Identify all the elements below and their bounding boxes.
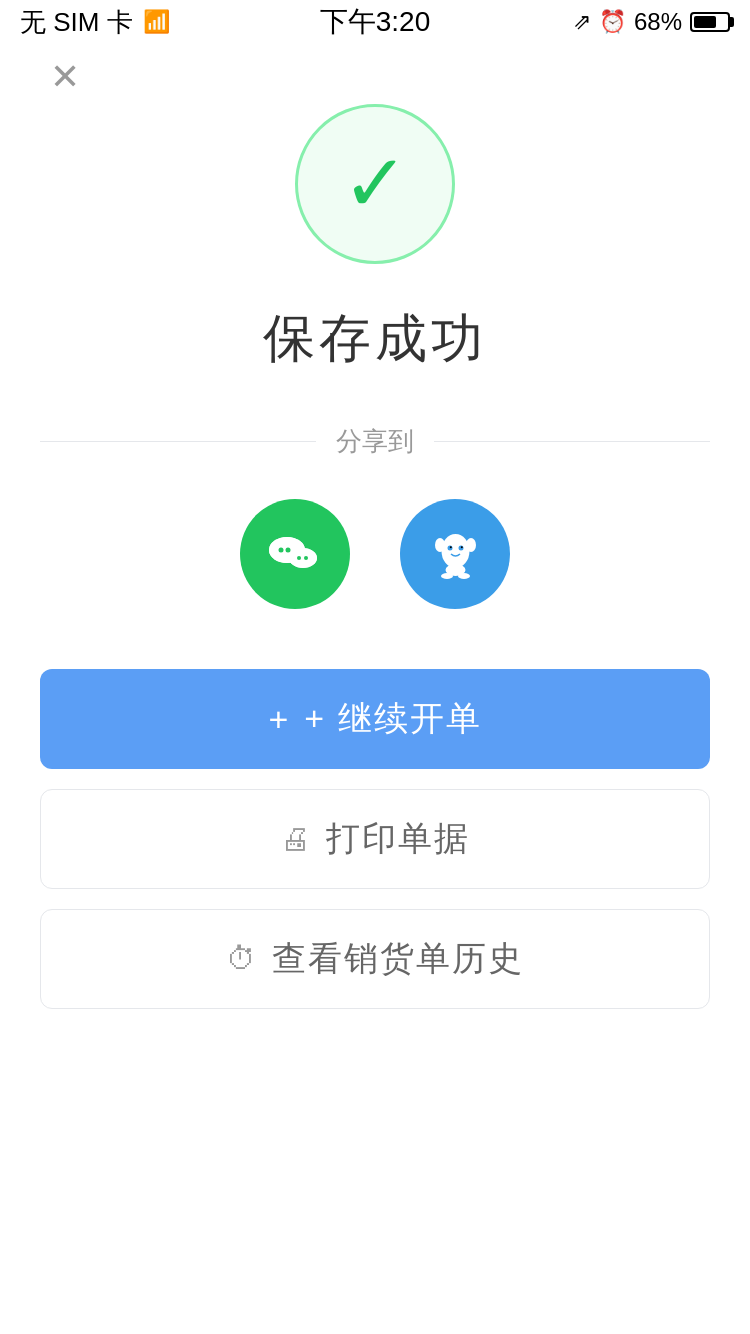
alarm-icon: ⏰ xyxy=(599,9,626,35)
svg-point-6 xyxy=(279,548,284,553)
close-button[interactable]: ✕ xyxy=(40,52,90,102)
wifi-icon: 📶 xyxy=(143,9,170,35)
share-label: 分享到 xyxy=(316,424,434,459)
success-title: 保存成功 xyxy=(263,304,487,374)
history-button-label: 查看销货单历史 xyxy=(272,936,524,982)
print-button[interactable]: 🖨 打印单据 xyxy=(40,789,710,889)
svg-point-10 xyxy=(304,556,308,560)
status-right-icons: ⇗ ⏰ 68% xyxy=(573,8,730,36)
print-button-label: 打印单据 xyxy=(326,816,470,862)
wechat-share-button[interactable] xyxy=(240,499,350,609)
continue-button[interactable]: + + 继续开单 xyxy=(40,669,710,769)
svg-point-19 xyxy=(441,573,453,579)
action-buttons: + + 继续开单 🖨 打印单据 ⏱ 查看销货单历史 xyxy=(0,669,750,1009)
svg-point-17 xyxy=(466,538,476,552)
status-bar: 无 SIM 卡 📶 下午3:20 ⇗ ⏰ 68% xyxy=(0,0,750,44)
location-icon: ⇗ xyxy=(573,9,591,35)
svg-point-15 xyxy=(460,546,462,548)
battery-fill xyxy=(694,16,716,28)
svg-point-20 xyxy=(458,573,470,579)
divider-right xyxy=(434,441,710,442)
checkmark-icon: ✓ xyxy=(342,144,409,224)
svg-point-16 xyxy=(435,538,445,552)
clock-icon: ⏱ xyxy=(226,942,256,976)
svg-point-9 xyxy=(297,556,301,560)
printer-icon: 🖨 xyxy=(280,822,310,856)
success-circle: ✓ xyxy=(295,104,455,264)
svg-point-8 xyxy=(289,548,317,568)
history-button[interactable]: ⏱ 查看销货单历史 xyxy=(40,909,710,1009)
close-icon: ✕ xyxy=(50,59,80,95)
carrier-text: 无 SIM 卡 xyxy=(20,5,133,40)
svg-point-12 xyxy=(447,545,452,550)
share-divider: 分享到 xyxy=(0,424,750,459)
plus-icon: + xyxy=(268,700,288,739)
continue-button-label: + 继续开单 xyxy=(304,696,481,742)
main-content: ✓ 保存成功 分享到 xyxy=(0,44,750,1009)
share-icons xyxy=(240,499,510,609)
svg-point-13 xyxy=(458,545,463,550)
svg-point-7 xyxy=(286,548,291,553)
svg-point-11 xyxy=(441,534,469,568)
status-carrier: 无 SIM 卡 📶 xyxy=(20,5,170,40)
divider-left xyxy=(40,441,316,442)
svg-point-14 xyxy=(449,546,451,548)
battery-percent: 68% xyxy=(634,8,682,36)
status-time: 下午3:20 xyxy=(320,3,431,41)
qq-share-button[interactable] xyxy=(400,499,510,609)
wechat-icon xyxy=(265,524,325,584)
qq-icon xyxy=(428,527,483,582)
battery-icon xyxy=(690,12,730,32)
